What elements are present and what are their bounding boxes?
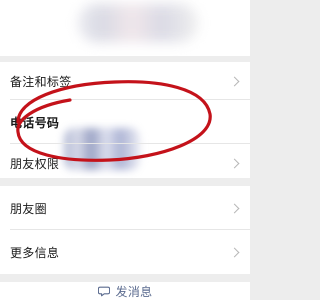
row-label-more-info: 更多信息 [10, 245, 60, 260]
contact-info-group-1: 备注和标签 电话号码 朋友权限 [0, 62, 250, 178]
contact-info-group-2: 朋友圈 更多信息 [0, 186, 250, 274]
chat-bubble-icon [97, 285, 110, 297]
row-remarks-tags[interactable]: 备注和标签 [0, 62, 250, 100]
row-label-friend-permissions: 朋友权限 [10, 156, 60, 171]
row-label-phone-number: 电话号码 [10, 115, 60, 130]
row-label-moments: 朋友圈 [10, 201, 47, 216]
send-message-label: 发消息 [115, 284, 153, 299]
chevron-right-icon [229, 247, 240, 257]
profile-header [0, 0, 250, 56]
blurred-name-placeholder [78, 4, 198, 42]
chevron-right-icon [229, 158, 240, 168]
row-label-remarks-tags: 备注和标签 [10, 74, 72, 89]
send-message-button[interactable]: 发消息 [0, 282, 250, 300]
contact-profile-screen: 备注和标签 电话号码 朋友权限 朋友圈 更多信息 发消息 [0, 0, 250, 300]
row-friend-permissions[interactable]: 朋友权限 [0, 144, 250, 182]
chevron-right-icon [229, 203, 240, 213]
row-phone-number[interactable]: 电话号码 [0, 100, 250, 170]
chevron-right-icon [229, 76, 240, 86]
row-more-info[interactable]: 更多信息 [0, 230, 250, 274]
row-moments[interactable]: 朋友圈 [0, 186, 250, 230]
